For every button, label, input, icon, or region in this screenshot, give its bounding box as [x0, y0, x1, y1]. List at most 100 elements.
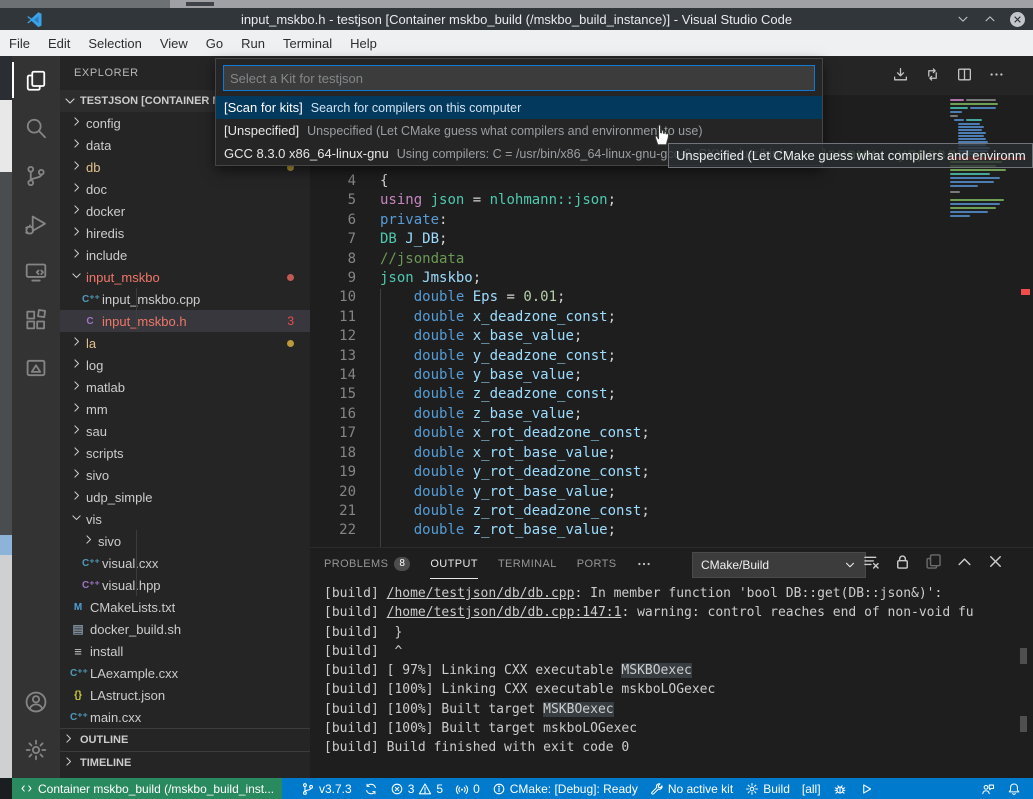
- statusbar-git-branch-version[interactable]: v3.7.3: [295, 778, 358, 799]
- panel-tab-terminal[interactable]: TERMINAL: [498, 548, 557, 579]
- split-editor-button[interactable]: [956, 66, 973, 83]
- statusbar-broadcast-count[interactable]: 0: [449, 778, 486, 799]
- tree-item-sivo[interactable]: sivo: [60, 530, 310, 552]
- statusbar-problems[interactable]: 35: [384, 778, 449, 799]
- status-bar: Container mskbo_build (/mskbo_build_inst…: [0, 778, 1033, 799]
- statusbar-cmake-status[interactable]: CMake: [Debug]: Ready: [486, 778, 644, 799]
- tree-item-log[interactable]: log: [60, 354, 310, 376]
- tree-item-doc[interactable]: doc: [60, 178, 310, 200]
- tree-item-label: install: [90, 643, 124, 659]
- close-panel-button[interactable]: [986, 552, 1005, 571]
- code-area[interactable]: 4{5 using json = nlohmann::json; 6 private:…: [310, 172, 940, 541]
- panel-tab-output[interactable]: OUTPUT: [430, 548, 478, 579]
- tree-item-include[interactable]: include: [60, 244, 310, 266]
- menu-item-view[interactable]: View: [151, 36, 197, 51]
- section-outline[interactable]: OUTLINE: [60, 728, 310, 751]
- tree-item-mm[interactable]: mm: [60, 398, 310, 420]
- swap-header-source-button[interactable]: [924, 66, 941, 83]
- minimize-button[interactable]: [956, 12, 970, 26]
- quickpick-input[interactable]: [223, 65, 815, 91]
- section-timeline[interactable]: TIMELINE: [60, 751, 310, 774]
- output-channel-dropdown[interactable]: CMake/Build: [692, 552, 866, 578]
- tree-item-la[interactable]: la: [60, 332, 310, 354]
- more-actions-button[interactable]: [988, 66, 1005, 83]
- maximize-panel-button[interactable]: [955, 552, 974, 571]
- menu-item-terminal[interactable]: Terminal: [274, 36, 341, 51]
- statusbar-sync[interactable]: [358, 778, 384, 799]
- line-number: 12: [339, 328, 356, 345]
- tree-item-udp-simple[interactable]: udp_simple: [60, 486, 310, 508]
- close-button[interactable]: [1010, 11, 1025, 27]
- activity-item-accounts[interactable]: [12, 678, 60, 726]
- maximize-button[interactable]: [983, 12, 997, 26]
- remote-indicator[interactable]: Container mskbo_build (/mskbo_build_inst…: [12, 778, 283, 799]
- lock-scrolling-button[interactable]: [893, 552, 912, 571]
- chevron-down-icon: [70, 511, 86, 527]
- activity-item-explorer[interactable]: [12, 56, 60, 104]
- panel-tab-ports[interactable]: PORTS: [577, 548, 617, 579]
- menu-item-selection[interactable]: Selection: [79, 36, 150, 51]
- statusbar-launch-button[interactable]: [853, 778, 879, 799]
- open-in-editor-button[interactable]: [924, 552, 943, 571]
- tree-item-matlab[interactable]: matlab: [60, 376, 310, 398]
- tree-item-sivo[interactable]: sivo: [60, 464, 310, 486]
- tree-item-scripts[interactable]: scripts: [60, 442, 310, 464]
- tree-item-sau[interactable]: sau: [60, 420, 310, 442]
- tree-item-docker-build-sh[interactable]: ▤ docker_build.sh: [60, 618, 310, 640]
- install-tray-button[interactable]: [892, 66, 909, 83]
- activity-item-remote-explorer[interactable]: [12, 248, 60, 296]
- tree-item-input-mskbo-h[interactable]: Cinput_mskbo.h 3: [60, 310, 310, 332]
- quickpick-item-0[interactable]: [Scan for kits] Search for compilers on t…: [216, 96, 822, 119]
- code-line: 8 //jsondata: [310, 250, 940, 269]
- activity-item-run-and-debug[interactable]: [12, 200, 60, 248]
- statusbar-debug-button[interactable]: [827, 778, 853, 799]
- output-line: [build] [100%] Built target mskboLOGexec: [324, 721, 638, 737]
- modified-dot: [287, 340, 294, 347]
- quickpick-item-1[interactable]: [Unspecified] Unspecified (Let CMake gues…: [216, 119, 822, 142]
- panel-scrollbar-mark[interactable]: [1020, 648, 1027, 664]
- output-log[interactable]: [build] /home/testjson/db/db.cpp: In mem…: [324, 584, 1030, 776]
- more-panel-tabs-button[interactable]: [636, 556, 652, 572]
- tree-item-install[interactable]: ≡ install: [60, 640, 310, 662]
- menu-item-help[interactable]: Help: [341, 36, 386, 51]
- clear-output-button[interactable]: [862, 552, 881, 571]
- activity-item-settings[interactable]: [12, 726, 60, 774]
- activity-item-extensions[interactable]: [12, 296, 60, 344]
- output-line: [build] [100%] Built target MSKBOexec: [324, 701, 614, 717]
- tree-item-vis[interactable]: vis: [60, 508, 310, 530]
- tree-item-docker[interactable]: docker: [60, 200, 310, 222]
- minimap-code-line: [950, 185, 978, 187]
- file-type-icon: ≡: [74, 643, 82, 659]
- panel-tab-problems[interactable]: PROBLEMS 8: [324, 548, 411, 579]
- line-number: 8: [347, 250, 356, 267]
- line-content: double Eps = 0.01;: [413, 289, 566, 306]
- menu-item-go[interactable]: Go: [197, 36, 232, 51]
- window-title: input_mskbo.h - testjson [Container mskb…: [240, 11, 793, 27]
- tree-item-visual-hpp[interactable]: C⁺⁺ visual.hpp: [60, 574, 310, 596]
- activity-item-source-control[interactable]: [12, 152, 60, 200]
- tree-item-input-mskbo[interactable]: input_mskbo: [60, 266, 310, 288]
- statusbar-build-target[interactable]: [all]: [796, 778, 827, 799]
- tree-item-laexample-cxx[interactable]: C⁺⁺ LAexample.cxx: [60, 662, 310, 684]
- tree-item-lastruct-json[interactable]: {} LAstruct.json: [60, 684, 310, 706]
- tree-item-main-cxx[interactable]: C⁺⁺ main.cxx: [60, 706, 310, 728]
- tree-item-visual-cxx[interactable]: C⁺⁺ visual.cxx: [60, 552, 310, 574]
- tree-item-input-mskbo-cpp[interactable]: C⁺⁺ input_mskbo.cpp: [60, 288, 310, 310]
- tree-item-label: vis: [86, 511, 102, 527]
- tree-item-label: include: [86, 247, 128, 263]
- menu-item-edit[interactable]: Edit: [39, 36, 79, 51]
- tree-item-hiredis[interactable]: hiredis: [60, 222, 310, 244]
- menu-item-file[interactable]: File: [0, 36, 39, 51]
- quickpick-item-label: GCC 8.3.0 x86_64-linux-gnu: [224, 146, 389, 161]
- activity-item-cmake[interactable]: [12, 344, 60, 392]
- activity-item-search[interactable]: [12, 104, 60, 152]
- tree-item-cmakelists-txt[interactable]: M CMakeLists.txt: [60, 596, 310, 618]
- statusbar-feedback[interactable]: [975, 778, 1001, 799]
- statusbar-notifications[interactable]: [1001, 778, 1027, 799]
- menu-item-run[interactable]: Run: [232, 36, 274, 51]
- statusbar-build-button[interactable]: Build: [739, 778, 796, 799]
- panel-scrollbar-mark[interactable]: [1020, 716, 1027, 732]
- tree-item-label: visual.hpp: [102, 577, 161, 593]
- statusbar-active-kit[interactable]: No active kit: [644, 778, 739, 799]
- quickpick-item-description: Unspecified (Let CMake guess what compil…: [307, 123, 703, 138]
